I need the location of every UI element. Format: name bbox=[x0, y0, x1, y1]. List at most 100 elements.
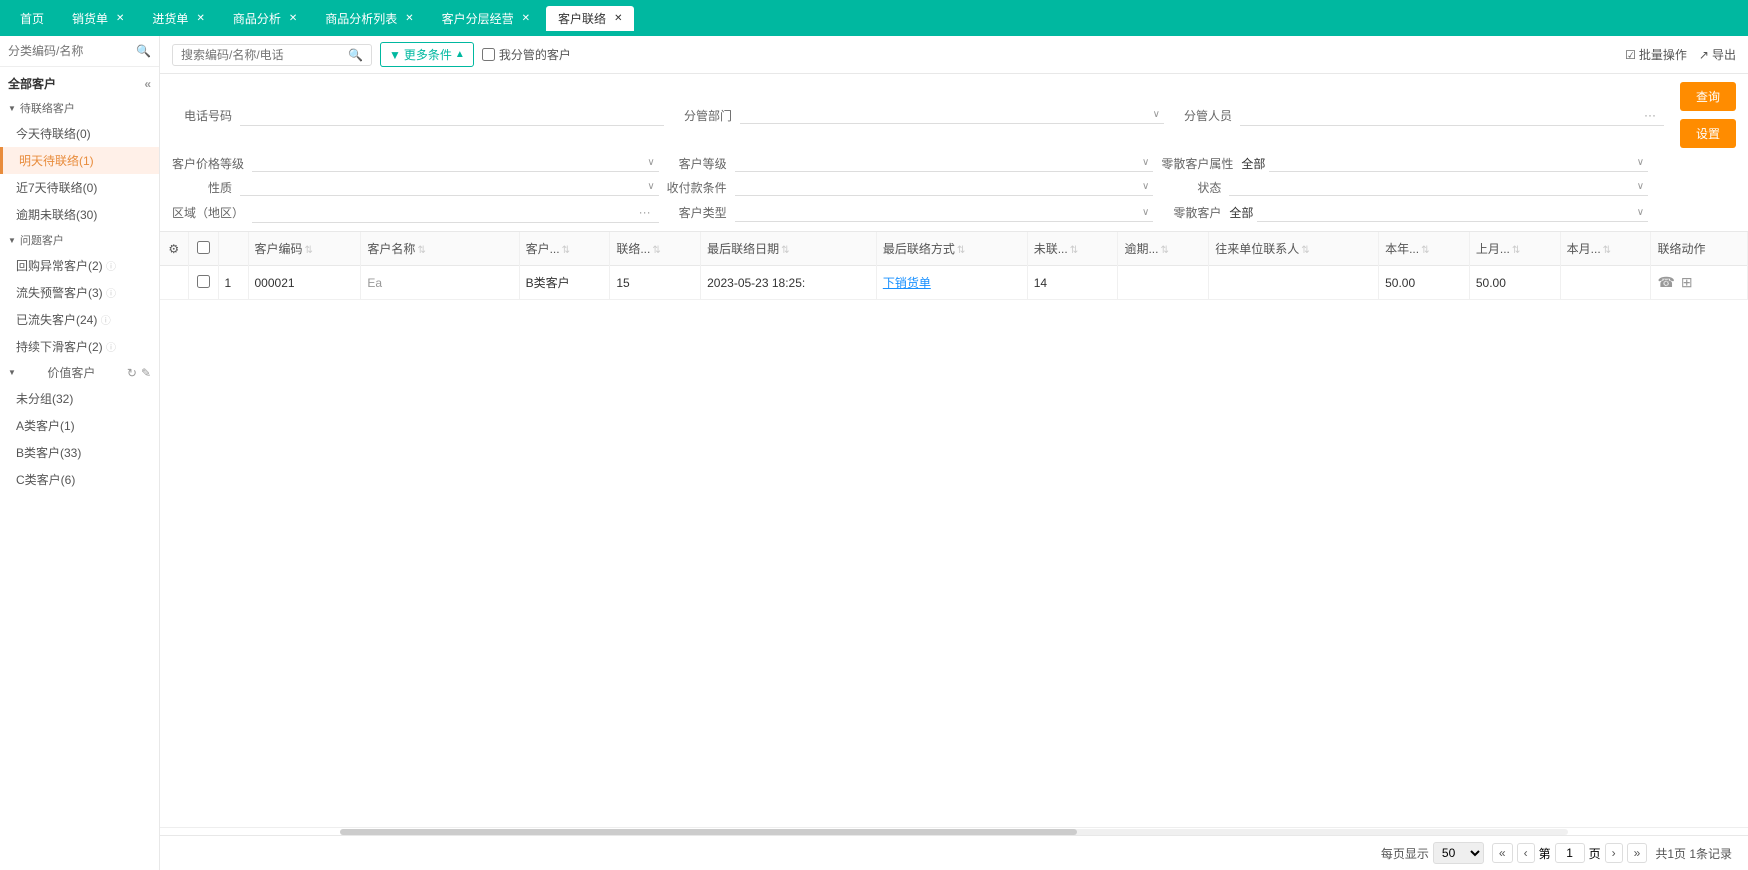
nav-product-analysis[interactable]: 商品分析 ✕ bbox=[221, 6, 309, 31]
sidebar-item-repurchase-abnormal[interactable]: 回购异常客户(2) ⓘ bbox=[0, 252, 159, 279]
query-btn[interactable]: 查询 bbox=[1680, 82, 1736, 111]
col-checkbox[interactable] bbox=[188, 232, 218, 266]
group-pending-contact: 待联络客户 bbox=[0, 96, 159, 120]
row-contacts: 15 bbox=[610, 266, 701, 300]
more-filters-btn[interactable]: ▼ 更多条件 ▲ bbox=[380, 42, 474, 67]
prev-page-btn[interactable]: ‹ bbox=[1517, 843, 1535, 863]
chevron-down-icon-7: ∨ bbox=[1637, 181, 1644, 192]
filter-region-select[interactable]: ··· bbox=[252, 202, 659, 223]
my-customers-checkbox[interactable] bbox=[482, 48, 495, 61]
sidebar-item-class-b[interactable]: B类客户(33) bbox=[0, 439, 159, 466]
filter-nature: 性质 ∨ bbox=[172, 178, 659, 196]
settings-btn[interactable]: 设置 bbox=[1680, 119, 1736, 148]
filter-status-select[interactable]: ∨ bbox=[1229, 178, 1648, 196]
collapse-icon[interactable]: « bbox=[144, 77, 151, 91]
sidebar-item-7days[interactable]: 近7天待联络(0) bbox=[0, 174, 159, 201]
edit-icon[interactable]: ✎ bbox=[141, 366, 151, 380]
filter-customer-level-select[interactable]: ∨ bbox=[735, 154, 1154, 172]
batch-op-btn[interactable]: ☑ 批量操作 bbox=[1625, 46, 1687, 63]
col-last-date[interactable]: 最后联络日期⇅ bbox=[701, 232, 877, 266]
first-page-btn[interactable]: « bbox=[1492, 843, 1513, 863]
filter-nature-select[interactable]: ∨ bbox=[240, 178, 659, 196]
sidebar-item-churned[interactable]: 已流失客户(24) ⓘ bbox=[0, 306, 159, 333]
close-product-analysis-icon[interactable]: ✕ bbox=[289, 13, 297, 24]
row-checkbox[interactable] bbox=[188, 266, 218, 300]
nav-purchase[interactable]: 进货单 ✕ bbox=[140, 6, 216, 31]
filter-region: 区域（地区） ··· bbox=[172, 202, 659, 223]
col-this-month[interactable]: 本月...⇅ bbox=[1560, 232, 1651, 266]
nav-customer-tier[interactable]: 客户分层经营 ✕ bbox=[430, 6, 542, 31]
filter-payment-terms-select[interactable]: ∨ bbox=[735, 178, 1154, 196]
col-this-year[interactable]: 本年...⇅ bbox=[1379, 232, 1470, 266]
col-settings[interactable]: ⚙ bbox=[160, 232, 188, 266]
search-input[interactable] bbox=[181, 48, 344, 62]
select-all-checkbox[interactable] bbox=[197, 241, 210, 254]
filter-person-select[interactable]: ··· bbox=[1240, 105, 1664, 126]
filter-price-level-select[interactable]: ∨ bbox=[252, 154, 659, 172]
row-last-month: 50.00 bbox=[1469, 266, 1560, 300]
sidebar-search-input[interactable] bbox=[8, 44, 132, 58]
pagination: « ‹ 第 页 › » bbox=[1492, 843, 1647, 863]
row-company-contact bbox=[1209, 266, 1379, 300]
chevron-up-icon: ▲ bbox=[455, 49, 465, 60]
col-overdue[interactable]: 逾期...⇅ bbox=[1118, 232, 1209, 266]
sidebar-item-overdue[interactable]: 逾期未联络(30) bbox=[0, 201, 159, 228]
filter-retail-customer-select[interactable]: ∨ bbox=[1257, 204, 1648, 222]
filter-row-2: 客户价格等级 ∨ 客户等级 ∨ 零散客户属性 全部 bbox=[172, 154, 1736, 172]
col-last-method[interactable]: 最后联络方式⇅ bbox=[876, 232, 1027, 266]
ellipsis-icon[interactable]: ··· bbox=[1640, 108, 1660, 122]
col-last-month[interactable]: 上月...⇅ bbox=[1469, 232, 1560, 266]
nav-home[interactable]: 首页 bbox=[8, 6, 56, 31]
page-input[interactable] bbox=[1555, 843, 1585, 863]
last-page-btn[interactable]: » bbox=[1627, 843, 1648, 863]
export-icon: ↗ bbox=[1699, 48, 1709, 62]
scroll-bar-area[interactable] bbox=[160, 827, 1748, 835]
scroll-thumb[interactable] bbox=[340, 829, 1077, 835]
all-customers-header[interactable]: 全部客户 « bbox=[0, 67, 159, 96]
sidebar-item-churn-warning[interactable]: 流失预警客户(3) ⓘ bbox=[0, 279, 159, 306]
sidebar-item-class-a[interactable]: A类客户(1) bbox=[0, 412, 159, 439]
close-customer-tier-icon[interactable]: ✕ bbox=[522, 13, 530, 24]
close-sales-icon[interactable]: ✕ bbox=[116, 13, 124, 24]
col-company-contact[interactable]: 往来单位联系人⇅ bbox=[1209, 232, 1379, 266]
sidebar-item-declining[interactable]: 持续下滑客户(2) ⓘ bbox=[0, 333, 159, 360]
export-btn[interactable]: ↗ 导出 bbox=[1699, 46, 1736, 63]
col-type[interactable]: 客户...⇅ bbox=[519, 232, 610, 266]
refresh-icon[interactable]: ↻ bbox=[127, 366, 137, 380]
next-page-btn[interactable]: › bbox=[1605, 843, 1623, 863]
contact-icon[interactable]: ☎ bbox=[1657, 274, 1674, 291]
sidebar-item-class-c[interactable]: C类客户(6) bbox=[0, 466, 159, 493]
col-name[interactable]: 客户名称⇅ bbox=[361, 232, 519, 266]
row-last-method[interactable]: 下销货单 bbox=[876, 266, 1027, 300]
grid-icon[interactable]: ⊞ bbox=[1681, 274, 1693, 291]
scroll-track[interactable] bbox=[340, 829, 1568, 835]
main-layout: 🔍 全部客户 « 待联络客户 今天待联络(0) 明天待联络(1) 近7天待联络(… bbox=[0, 36, 1748, 870]
per-page-label: 每页显示 bbox=[1381, 845, 1429, 862]
col-code[interactable]: 客户编码⇅ bbox=[248, 232, 361, 266]
expanded-filters: 电话号码 分管部门 ∨ 分管人员 ··· bbox=[160, 74, 1748, 232]
per-page-select[interactable]: 50 100 200 bbox=[1433, 842, 1484, 864]
nav-sales[interactable]: 销货单 ✕ bbox=[60, 6, 136, 31]
close-purchase-icon[interactable]: ✕ bbox=[196, 13, 204, 24]
ellipsis-icon-2[interactable]: ··· bbox=[635, 205, 655, 219]
sidebar-search-icon[interactable]: 🔍 bbox=[136, 44, 151, 58]
nav-customer-contact[interactable]: 客户联络 ✕ bbox=[546, 6, 634, 31]
col-not-contacted[interactable]: 未联...⇅ bbox=[1027, 232, 1118, 266]
close-product-analysis-list-icon[interactable]: ✕ bbox=[405, 13, 413, 24]
filter-dept: 分管部门 ∨ bbox=[672, 106, 1164, 124]
search-icon[interactable]: 🔍 bbox=[348, 48, 363, 62]
filter-retail-attr-select[interactable]: ∨ bbox=[1269, 154, 1648, 172]
content-area: 🔍 ▼ 更多条件 ▲ 我分管的客户 ☑ 批量操作 ↗ 导出 bbox=[160, 36, 1748, 870]
sidebar-item-tomorrow[interactable]: 明天待联络(1) bbox=[0, 147, 159, 174]
nav-product-analysis-list[interactable]: 商品分析列表 ✕ bbox=[313, 6, 425, 31]
close-customer-contact-icon[interactable]: ✕ bbox=[614, 13, 622, 24]
sidebar-item-ungrouped[interactable]: 未分组(32) bbox=[0, 385, 159, 412]
filter-phone-input[interactable] bbox=[240, 105, 664, 126]
sidebar-item-today[interactable]: 今天待联络(0) bbox=[0, 120, 159, 147]
col-contacts[interactable]: 联络...⇅ bbox=[610, 232, 701, 266]
my-customers-check[interactable]: 我分管的客户 bbox=[482, 46, 571, 63]
filter-dept-select[interactable]: ∨ bbox=[740, 106, 1164, 124]
row-select-checkbox[interactable] bbox=[197, 275, 210, 288]
last-method-link[interactable]: 下销货单 bbox=[883, 276, 931, 290]
filter-customer-type-select[interactable]: ∨ bbox=[735, 204, 1154, 222]
